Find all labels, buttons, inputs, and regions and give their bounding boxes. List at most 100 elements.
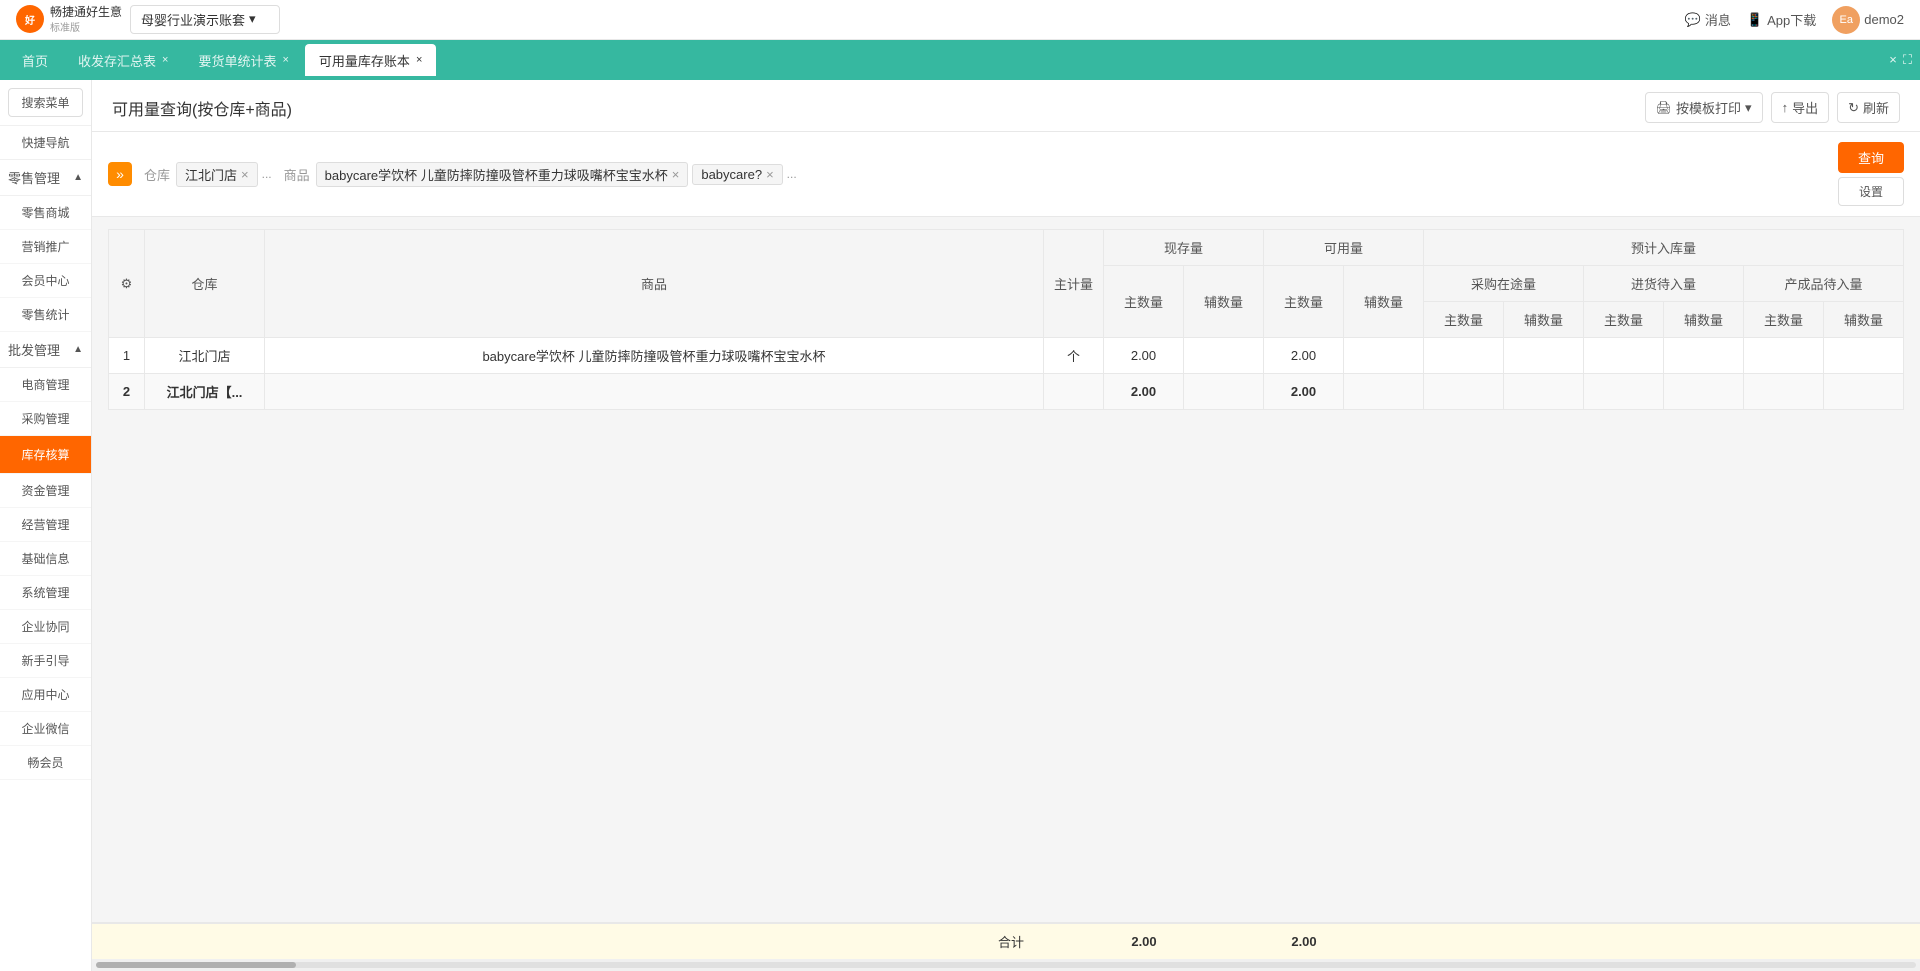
sidebar-item-retail-mgmt[interactable]: 零售管理 ▲ (0, 160, 91, 196)
logo-text-area: 畅捷通好生意 标准版 (50, 5, 122, 34)
page-header: 可用量查询(按仓库+商品) 🖨 按模板打印 ↑ 导出 ↻ 刷新 (92, 80, 1920, 132)
avatar: Ea (1832, 6, 1860, 34)
export-btn[interactable]: ↑ 导出 (1771, 92, 1830, 123)
unit-1: 个 (1044, 338, 1104, 374)
window-btns: × ⛶ (1889, 52, 1912, 68)
stock-aux-1 (1184, 338, 1264, 374)
product-tags: babycare学饮杯 儿童防摔防撞吸管杯重力球吸嘴杯宝宝水杯 × babyca… (316, 162, 797, 187)
prod-aux-1 (1824, 338, 1904, 374)
tab-available-stock-close[interactable]: × (416, 54, 422, 66)
data-table: ⚙ 仓库 商品 主计量 现存量 可用量 预计入库量 主数量 辅数量 主数量 辅数… (108, 229, 1904, 410)
filter-settings-btn[interactable]: 设置 (1838, 177, 1904, 206)
sidebar-item-marketing[interactable]: 营销推广 (0, 230, 91, 264)
sidebar-search-btn[interactable]: 搜索菜单 (8, 88, 83, 117)
product-tag-1-text: babycare学饮杯 儿童防摔防撞吸管杯重力球吸嘴杯宝宝水杯 (325, 165, 668, 184)
warehouse-1: 江北门店 (145, 338, 265, 374)
tab-order-stats[interactable]: 要货单统计表 × (184, 44, 302, 76)
prod-aux-2 (1824, 374, 1904, 410)
col-stock-header: 现存量 (1104, 230, 1264, 266)
tab-order-stats-close[interactable]: × (282, 54, 288, 66)
wholesale-arrow-icon: ▲ (73, 344, 83, 355)
tab-receivable-summary[interactable]: 收发存汇总表 × (64, 44, 182, 76)
tab-available-stock[interactable]: 可用量库存账本 × (305, 44, 436, 76)
app-download-btn[interactable]: 📱 App下载 (1747, 10, 1816, 29)
content-area: 可用量查询(按仓库+商品) 🖨 按模板打印 ↑ 导出 ↻ 刷新 » (92, 80, 1920, 971)
product-tag-2-text: babycare? (701, 167, 762, 182)
product-2 (265, 374, 1044, 410)
sidebar-item-wechat-work[interactable]: 企业微信 (0, 712, 91, 746)
print-btn[interactable]: 🖨 按模板打印 (1645, 92, 1763, 123)
sidebar: 搜索菜单 快捷导航 零售管理 ▲ 零售商城 营销推广 会员中心 零售统计 批发管… (0, 80, 92, 971)
sidebar-item-ecommerce[interactable]: 电商管理 (0, 368, 91, 402)
product-tag-2[interactable]: babycare? × (692, 164, 782, 185)
sidebar-item-operation[interactable]: 经营管理 (0, 508, 91, 542)
tab-home[interactable]: 首页 (8, 44, 62, 76)
col-settings-header[interactable]: ⚙ (109, 230, 145, 338)
sidebar-item-wholesale-mgmt[interactable]: 批发管理 ▲ (0, 332, 91, 368)
warehouse-tag-close[interactable]: × (241, 167, 249, 182)
col-unit-header: 主计量 (1044, 230, 1104, 338)
sidebar-item-member-center[interactable]: 会员中心 (0, 264, 91, 298)
col-warehouse-header: 仓库 (145, 230, 265, 338)
purchase-main-2 (1424, 374, 1504, 410)
app-icon: 📱 (1747, 12, 1763, 28)
user-area[interactable]: Ea demo2 (1832, 6, 1904, 34)
sidebar-item-purchase-mgmt[interactable]: 采购管理 (0, 402, 91, 436)
sidebar-item-basic-info[interactable]: 基础信息 (0, 542, 91, 576)
top-bar: 好 畅捷通好生意 标准版 母婴行业演示账套 💬 消息 📱 App下载 Ea de… (0, 0, 1920, 40)
maximize-btn[interactable]: ⛶ (1903, 52, 1912, 68)
warehouse-more[interactable]: ... (262, 167, 272, 181)
query-btn[interactable]: 查询 (1838, 142, 1904, 173)
table-body: 1 江北门店 babycare学饮杯 儿童防摔防撞吸管杯重力球吸嘴杯宝宝水杯 个… (109, 338, 1904, 410)
warehouse-tag-text: 江北门店 (185, 165, 237, 184)
scroll-bar[interactable] (92, 959, 1920, 971)
logo-area: 好 畅捷通好生意 标准版 (16, 5, 122, 34)
sidebar-item-app-center[interactable]: 应用中心 (0, 678, 91, 712)
message-icon: 💬 (1685, 12, 1701, 28)
sidebar-quick-nav[interactable]: 快捷导航 (0, 126, 91, 160)
scroll-thumb[interactable] (96, 962, 296, 968)
col-prod-main-header: 主数量 (1744, 302, 1824, 338)
col-inbound-aux-header: 辅数量 (1664, 302, 1744, 338)
col-stock-main-header: 主数量 (1104, 266, 1184, 338)
sidebar-item-finance[interactable]: 资金管理 (0, 474, 91, 508)
col-purchase-main-header: 主数量 (1424, 302, 1504, 338)
main-layout: 搜索菜单 快捷导航 零售管理 ▲ 零售商城 营销推广 会员中心 零售统计 批发管… (0, 80, 1920, 971)
message-btn[interactable]: 💬 消息 (1685, 10, 1731, 29)
filter-toggle-btn[interactable]: » (108, 162, 132, 186)
sidebar-item-enterprise-collab[interactable]: 企业协同 (0, 610, 91, 644)
col-avail-main-header: 主数量 (1264, 266, 1344, 338)
tab-order-stats-label: 要货单统计表 (198, 51, 276, 70)
sidebar-item-member[interactable]: 畅会员 (0, 746, 91, 780)
product-tag-1[interactable]: babycare学饮杯 儿童防摔防撞吸管杯重力球吸嘴杯宝宝水杯 × (316, 162, 689, 187)
product-more[interactable]: ... (787, 167, 797, 181)
sidebar-item-system-mgmt[interactable]: 系统管理 (0, 576, 91, 610)
col-available-header: 可用量 (1264, 230, 1424, 266)
sidebar-item-new-guide[interactable]: 新手引导 (0, 644, 91, 678)
product-filter-group: 商品 babycare学饮杯 儿童防摔防撞吸管杯重力球吸嘴杯宝宝水杯 × bab… (284, 162, 797, 187)
tab-receivable-close[interactable]: × (162, 54, 168, 66)
seq-2: 2 (109, 374, 145, 410)
industry-selector[interactable]: 母婴行业演示账套 (130, 5, 280, 34)
close-all-btn[interactable]: × (1889, 52, 1897, 68)
sidebar-item-retail-mall[interactable]: 零售商城 (0, 196, 91, 230)
sidebar-item-retail-stats[interactable]: 零售统计 (0, 298, 91, 332)
footer-label: 合计 (998, 935, 1024, 950)
product-tag-1-close[interactable]: × (672, 167, 680, 182)
warehouse-tag[interactable]: 江北门店 × (176, 162, 258, 187)
page-header-actions: 🖨 按模板打印 ↑ 导出 ↻ 刷新 (1645, 92, 1901, 123)
logo-sub: 标准版 (50, 19, 122, 34)
table-header-row-1: ⚙ 仓库 商品 主计量 现存量 可用量 预计入库量 (109, 230, 1904, 266)
warehouse-label: 仓库 (144, 165, 170, 184)
stock-main-2: 2.00 (1104, 374, 1184, 410)
product-tag-2-close[interactable]: × (766, 167, 774, 182)
prod-main-2 (1744, 374, 1824, 410)
col-purchase-transit-header: 采购在途量 (1424, 266, 1584, 302)
purchase-aux-2 (1504, 374, 1584, 410)
stock-aux-2 (1184, 374, 1264, 410)
sidebar-item-inventory[interactable]: 库存核算 (0, 436, 91, 474)
sidebar-retail-label: 零售管理 (8, 168, 60, 187)
refresh-btn[interactable]: ↻ 刷新 (1837, 92, 1900, 123)
avail-main-2: 2.00 (1264, 374, 1344, 410)
footer-avail-main: 2.00 (1264, 934, 1344, 949)
